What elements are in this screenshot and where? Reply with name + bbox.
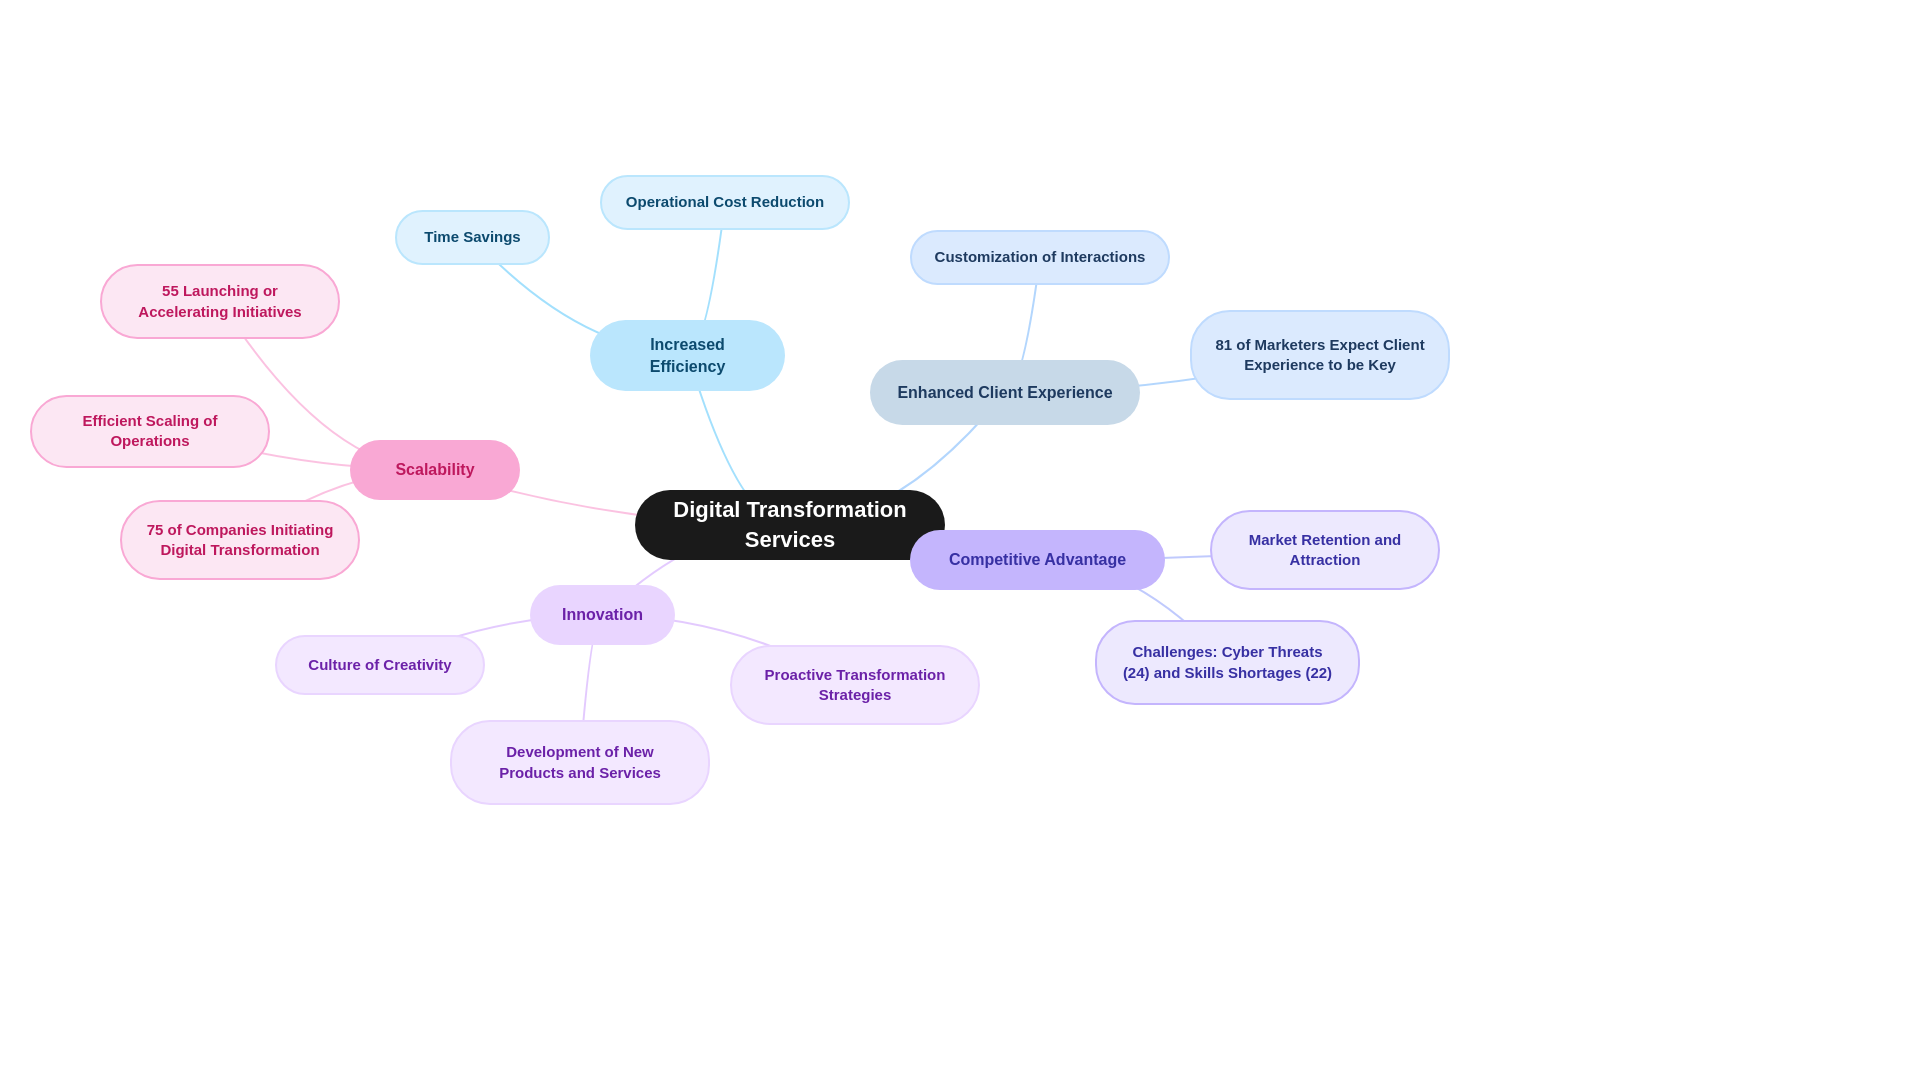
node-cl2: 81 of Marketers Expect Client Experience… [1190, 310, 1450, 400]
node-ef1: Time Savings [395, 210, 550, 265]
node-sc2: Efficient Scaling of Operations [30, 395, 270, 468]
node-co1: Market Retention and Attraction [1210, 510, 1440, 590]
node-center: Digital Transformation Services [635, 490, 945, 560]
node-sc1: 55 Launching or Accelerating Initiatives [100, 264, 340, 339]
node-efficiency: Increased Efficiency [590, 320, 785, 391]
node-cl1: Customization of Interactions [910, 230, 1170, 285]
node-competitive: Competitive Advantage [910, 530, 1165, 590]
node-co2: Challenges: Cyber Threats (24) and Skill… [1095, 620, 1360, 705]
node-ef2: Operational Cost Reduction [600, 175, 850, 230]
node-scalability: Scalability [350, 440, 520, 500]
node-sc3: 75 of Companies Initiating Digital Trans… [120, 500, 360, 580]
node-in2: Development of New Products and Services [450, 720, 710, 805]
mind-map: Digital Transformation Services Scalabili… [0, 0, 1920, 1083]
node-innovation: Innovation [530, 585, 675, 645]
node-client: Enhanced Client Experience [870, 360, 1140, 425]
node-in3: Proactive Transformation Strategies [730, 645, 980, 725]
node-in1: Culture of Creativity [275, 635, 485, 695]
